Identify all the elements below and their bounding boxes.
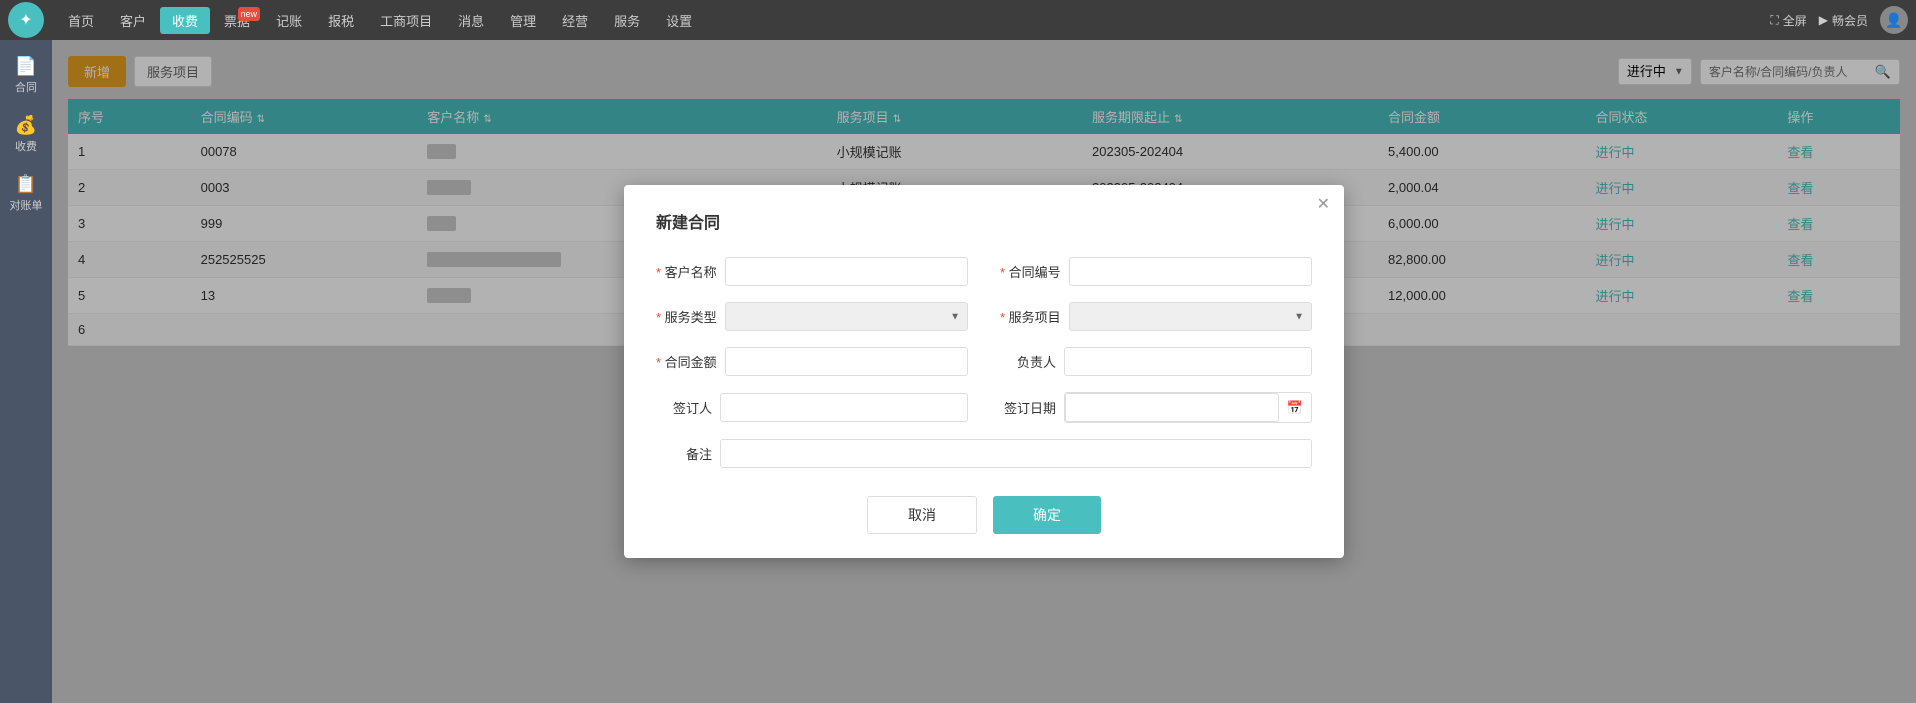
service-type-select-wrapper	[725, 302, 968, 331]
nav-manage[interactable]: 管理	[498, 7, 548, 34]
modal-title: 新建合同	[656, 209, 1312, 233]
sidebar-item-reconciliation[interactable]: 📋 对账单	[0, 166, 52, 221]
form-row-4: 签订人 签订日期 2023-06-06 📅	[656, 392, 1312, 423]
customer-name-label: 客户名称	[656, 262, 717, 281]
service-item-select[interactable]	[1069, 302, 1312, 331]
sign-date-label: 签订日期	[1000, 398, 1056, 417]
service-item-field: 服务项目	[1000, 302, 1312, 331]
contract-no-field: 合同编号	[1000, 257, 1312, 286]
modal-footer: 取消 确定	[656, 496, 1312, 534]
form-row-3: 合同金额 0.00 负责人	[656, 347, 1312, 376]
service-type-select[interactable]	[725, 302, 968, 331]
contract-no-input[interactable]	[1069, 257, 1312, 286]
sidebar-item-fees[interactable]: 💰 收费	[0, 107, 52, 162]
signer-label: 签订人	[656, 398, 712, 417]
nav-tax[interactable]: 报税	[316, 7, 366, 34]
main-layout: 📄 合同 💰 收费 📋 对账单 新增 服务项目 进行中 已完成 已取消	[0, 40, 1916, 703]
fullscreen-icon: ⛶	[1770, 13, 1778, 28]
nav-bills[interactable]: 票据 new	[212, 7, 262, 34]
signer-input[interactable]	[720, 393, 968, 422]
service-type-field: 服务类型	[656, 302, 968, 331]
signer-field: 签订人	[656, 392, 968, 423]
form-row-1: 客户名称 合同编号	[656, 257, 1312, 286]
modal-close-button[interactable]: ✕	[1317, 197, 1330, 213]
logo-icon: ✦	[8, 2, 44, 38]
service-item-label: 服务项目	[1000, 307, 1061, 326]
modal-form: 客户名称 合同编号 服务类型	[656, 257, 1312, 468]
nav-menu: 首页 客户 收费 票据 new 记账 报税 工商项目 消息 管理 经营 服务 设…	[56, 7, 1770, 34]
sidebar-item-contract[interactable]: 📄 合同	[0, 48, 52, 103]
content-area: 新增 服务项目 进行中 已完成 已取消 🔍	[52, 40, 1916, 703]
nav-business[interactable]: 工商项目	[368, 7, 444, 34]
nav-messages[interactable]: 消息	[446, 7, 496, 34]
nav-bookkeeping[interactable]: 记账	[264, 7, 314, 34]
member-button[interactable]: ▶ 畅会员	[1819, 12, 1868, 29]
responsible-person-label: 负责人	[1000, 352, 1056, 371]
customer-name-input[interactable]	[725, 257, 968, 286]
nav-customer[interactable]: 客户	[108, 7, 158, 34]
form-row-2: 服务类型 服务项目	[656, 302, 1312, 331]
responsible-person-field: 负责人	[1000, 347, 1312, 376]
service-item-select-wrapper	[1069, 302, 1312, 331]
sidebar: 📄 合同 💰 收费 📋 对账单	[0, 40, 52, 703]
remark-label: 备注	[656, 444, 712, 463]
modal-overlay: ✕ 新建合同 客户名称 合同编号	[52, 40, 1916, 703]
new-badge: new	[238, 7, 261, 21]
avatar[interactable]: 👤	[1880, 6, 1908, 34]
nav-home[interactable]: 首页	[56, 7, 106, 34]
remark-input[interactable]	[720, 439, 1312, 468]
nav-services[interactable]: 服务	[602, 7, 652, 34]
nav-settings[interactable]: 设置	[654, 7, 704, 34]
nav-fees[interactable]: 收费	[160, 7, 210, 34]
cancel-button[interactable]: 取消	[867, 496, 977, 534]
reconciliation-icon: 📋	[15, 174, 37, 195]
nav-right-actions: ⛶ 全屏 ▶ 畅会员 👤	[1770, 6, 1908, 34]
contract-no-label: 合同编号	[1000, 262, 1061, 281]
service-type-label: 服务类型	[656, 307, 717, 326]
customer-name-field: 客户名称	[656, 257, 968, 286]
fullscreen-button[interactable]: ⛶ 全屏	[1770, 12, 1806, 29]
responsible-person-input[interactable]	[1064, 347, 1312, 376]
sign-date-field: 签订日期 2023-06-06 📅	[1000, 392, 1312, 423]
contract-amount-input[interactable]: 0.00	[725, 347, 968, 376]
form-row-5: 备注	[656, 439, 1312, 468]
contract-amount-field: 合同金额 0.00	[656, 347, 968, 376]
contract-icon: 📄	[15, 56, 37, 77]
confirm-button[interactable]: 确定	[993, 496, 1101, 534]
nav-operations[interactable]: 经营	[550, 7, 600, 34]
top-navigation: ✦ 首页 客户 收费 票据 new 记账 报税 工商项目 消息 管理 经营 服务…	[0, 0, 1916, 40]
contract-amount-label: 合同金额	[656, 352, 717, 371]
calendar-icon[interactable]: 📅	[1279, 394, 1311, 422]
sign-date-input-wrapper: 2023-06-06 📅	[1064, 392, 1312, 423]
sign-date-input[interactable]: 2023-06-06	[1065, 393, 1279, 422]
fees-icon: 💰	[15, 115, 37, 136]
play-icon: ▶	[1819, 13, 1828, 27]
remark-field: 备注	[656, 439, 1312, 468]
new-contract-modal: ✕ 新建合同 客户名称 合同编号	[624, 185, 1344, 558]
